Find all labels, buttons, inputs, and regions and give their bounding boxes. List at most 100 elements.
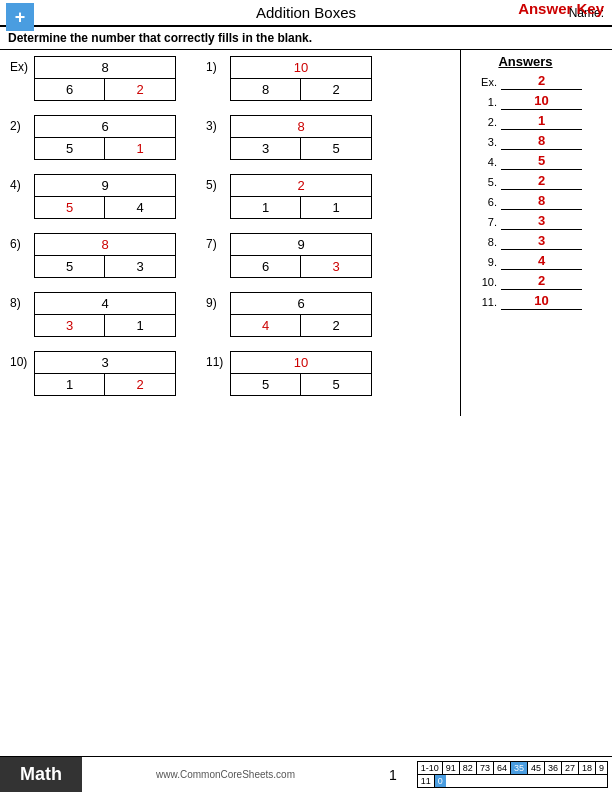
bottom-row: 62 [35, 79, 175, 100]
problem-number: 11) [206, 351, 226, 369]
top-value: 3 [35, 352, 175, 374]
bottom-right-value: 1 [105, 315, 175, 336]
bottom-right-value: 2 [105, 374, 175, 395]
answer-label: 10. [469, 276, 497, 288]
addition-box: 642 [230, 292, 372, 337]
problem: 9)642 [206, 292, 372, 337]
top-value: 10 [231, 352, 371, 374]
problem: 11)1055 [206, 351, 372, 396]
problem-number: 7) [206, 233, 226, 251]
bottom-left-value: 8 [231, 79, 301, 100]
addition-box: 954 [34, 174, 176, 219]
main-content: Ex)8621)10822)6513)8354)9545)2116)8537)9… [0, 50, 612, 416]
bottom-left-value: 6 [35, 79, 105, 100]
bottom-row: 82 [231, 79, 371, 100]
bottom-row: 54 [35, 197, 175, 218]
answer-item: 1. 10 [469, 93, 582, 110]
problem-row: 6)8537)963 [10, 233, 450, 278]
answer-label: 1. [469, 96, 497, 108]
instructions: Determine the number that correctly fill… [0, 27, 612, 50]
problem: 6)853 [10, 233, 176, 278]
top-value: 6 [231, 293, 371, 315]
bottom-left-value: 1 [35, 374, 105, 395]
bottom-row: 42 [231, 315, 371, 336]
addition-box: 835 [230, 115, 372, 160]
addition-box: 431 [34, 292, 176, 337]
answer-value: 2 [501, 173, 582, 190]
answer-item: 9. 4 [469, 253, 582, 270]
answer-value: 10 [501, 93, 582, 110]
problem-number: 3) [206, 115, 226, 133]
top-value: 2 [231, 175, 371, 197]
answers-list: Ex. 2 1. 10 2. 1 3. 8 4. 5 5. 2 6. 8 7. … [469, 73, 582, 310]
answer-value: 1 [501, 113, 582, 130]
answer-value: 3 [501, 233, 582, 250]
bottom-row: 35 [231, 138, 371, 159]
bottom-right-value: 5 [301, 138, 371, 159]
answer-sidebar: Answers Ex. 2 1. 10 2. 1 3. 8 4. 5 5. 2 … [460, 50, 590, 416]
bottom-right-value: 2 [301, 79, 371, 100]
problem: 2)651 [10, 115, 176, 160]
answer-value: 5 [501, 153, 582, 170]
top-value: 9 [231, 234, 371, 256]
answer-item: 7. 3 [469, 213, 582, 230]
answer-value: 2 [501, 73, 582, 90]
logo-icon: + [6, 3, 34, 31]
addition-box: 312 [34, 351, 176, 396]
addition-box: 853 [34, 233, 176, 278]
problem: 8)431 [10, 292, 176, 337]
answer-value: 4 [501, 253, 582, 270]
bottom-right-value: 3 [301, 256, 371, 277]
addition-box: 963 [230, 233, 372, 278]
problem-number: 5) [206, 174, 226, 192]
top-value: 8 [35, 57, 175, 79]
addition-box: 1055 [230, 351, 372, 396]
answer-item: 4. 5 [469, 153, 582, 170]
footer-stats: 1-10 91 82 73 64 35 45 36 27 18 9 11 0 [417, 761, 608, 788]
problem-number: 1) [206, 56, 226, 74]
problem-number: 10) [10, 351, 30, 369]
answer-item: 2. 1 [469, 113, 582, 130]
problem: 3)835 [206, 115, 372, 160]
footer: Math www.CommonCoreSheets.com 1 1-10 91 … [0, 756, 612, 792]
addition-box: 211 [230, 174, 372, 219]
answer-item: 11. 10 [469, 293, 582, 310]
bottom-left-value: 3 [231, 138, 301, 159]
answer-value: 2 [501, 273, 582, 290]
bottom-right-value: 2 [301, 315, 371, 336]
problem: 10)312 [10, 351, 176, 396]
answer-label: Ex. [469, 76, 497, 88]
bottom-right-value: 4 [105, 197, 175, 218]
addition-box: 651 [34, 115, 176, 160]
problem-number: 6) [10, 233, 30, 251]
bottom-left-value: 3 [35, 315, 105, 336]
answer-item: 5. 2 [469, 173, 582, 190]
bottom-row: 31 [35, 315, 175, 336]
answer-label: 2. [469, 116, 497, 128]
problem: 4)954 [10, 174, 176, 219]
bottom-right-value: 1 [105, 138, 175, 159]
problem: 5)211 [206, 174, 372, 219]
answer-value: 3 [501, 213, 582, 230]
bottom-left-value: 5 [35, 138, 105, 159]
bottom-left-value: 6 [231, 256, 301, 277]
answers-title: Answers [469, 54, 582, 69]
bottom-right-value: 3 [105, 256, 175, 277]
answer-label: 11. [469, 296, 497, 308]
top-value: 8 [231, 116, 371, 138]
bottom-left-value: 1 [231, 197, 301, 218]
problem-number: 4) [10, 174, 30, 192]
problem-row: 8)4319)642 [10, 292, 450, 337]
bottom-left-value: 5 [35, 256, 105, 277]
problem-row: 10)31211)1055 [10, 351, 450, 396]
problem: 7)963 [206, 233, 372, 278]
answer-label: 3. [469, 136, 497, 148]
bottom-left-value: 5 [35, 197, 105, 218]
bottom-right-value: 1 [301, 197, 371, 218]
problem-row: 4)9545)211 [10, 174, 450, 219]
bottom-right-value: 2 [105, 79, 175, 100]
answer-item: Ex. 2 [469, 73, 582, 90]
problem-number: 9) [206, 292, 226, 310]
answer-label: 5. [469, 176, 497, 188]
addition-box: 862 [34, 56, 176, 101]
